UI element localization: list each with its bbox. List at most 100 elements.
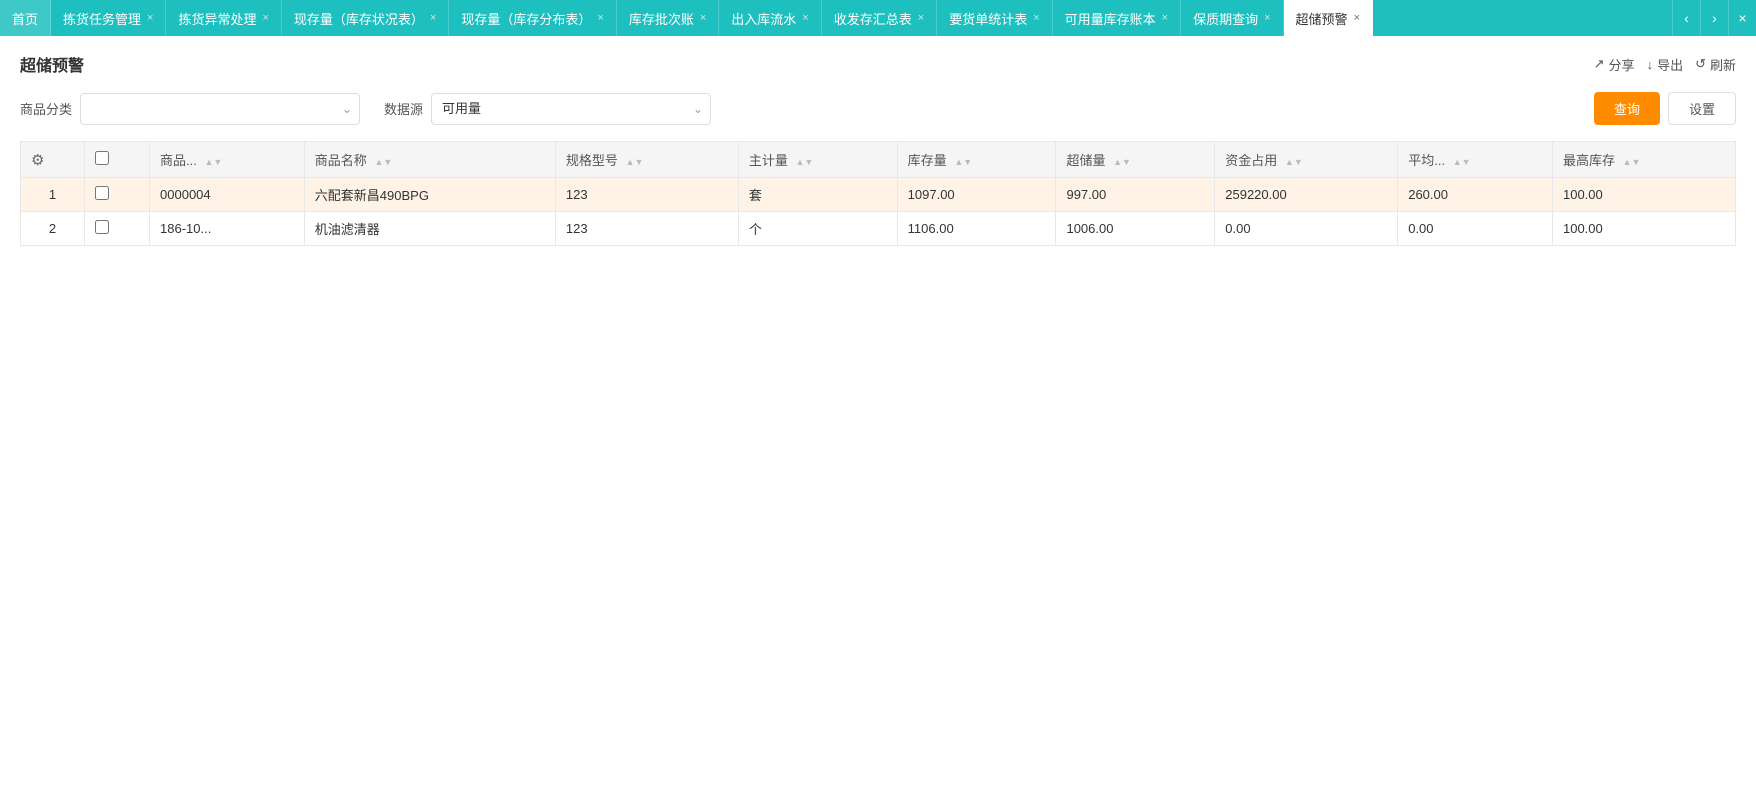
topbar-item-9[interactable]: 可用量库存账本 × bbox=[1053, 0, 1181, 36]
gear-icon[interactable]: ⚙ bbox=[31, 152, 44, 169]
th-over-stock-label: 超储量 bbox=[1066, 153, 1105, 168]
topbar-nav: ‹ › × bbox=[1672, 0, 1756, 36]
share-button[interactable]: ↗ 分享 bbox=[1594, 55, 1635, 74]
topbar-item-close-5[interactable]: × bbox=[700, 12, 706, 24]
topbar-item-close-10[interactable]: × bbox=[1264, 12, 1270, 24]
sort-icon-stock: ▲▼ bbox=[954, 157, 972, 167]
sort-icon-avg: ▲▼ bbox=[1453, 157, 1471, 167]
refresh-button[interactable]: ↺ 刷新 bbox=[1695, 55, 1736, 74]
th-product-name[interactable]: 商品名称 ▲▼ bbox=[304, 142, 555, 178]
data-table: ⚙ 商品... ▲▼ 商品名称 ▲▼ 规格型号 ▲▼ 主计 bbox=[20, 141, 1736, 246]
share-label: 分享 bbox=[1609, 55, 1635, 74]
topbar-item-6[interactable]: 出入库流水 × bbox=[719, 0, 821, 36]
topbar-item-close-4[interactable]: × bbox=[597, 12, 603, 24]
th-product-code[interactable]: 商品... ▲▼ bbox=[150, 142, 305, 178]
topbar-item-11[interactable]: 超储预警× bbox=[1284, 0, 1373, 36]
th-capital-label: 资金占用 bbox=[1225, 153, 1277, 168]
nav-close-button[interactable]: × bbox=[1728, 0, 1756, 36]
td-product-name: 六配套新昌490BPG bbox=[304, 178, 555, 212]
td-product-name: 机油滤清器 bbox=[304, 212, 555, 246]
topbar-item-4[interactable]: 现存量（库存分布表） × bbox=[449, 0, 616, 36]
refresh-icon: ↺ bbox=[1695, 56, 1706, 72]
topbar-item-5[interactable]: 库存批次账× bbox=[617, 0, 719, 36]
sort-icon-spec: ▲▼ bbox=[626, 157, 644, 167]
sort-icon-capital: ▲▼ bbox=[1285, 157, 1303, 167]
topbar-item-8[interactable]: 要货单统计表× bbox=[937, 0, 1052, 36]
th-product-code-label: 商品... bbox=[160, 153, 197, 168]
td-unit: 套 bbox=[738, 178, 897, 212]
topbar-item-label-3: 现存量（库存状况表） bbox=[294, 9, 424, 28]
topbar-item-close-11[interactable]: × bbox=[1354, 12, 1360, 24]
th-max-stock-label: 最高库存 bbox=[1563, 153, 1615, 168]
export-icon: ↓ bbox=[1647, 57, 1654, 72]
topbar-item-close-2[interactable]: × bbox=[262, 12, 268, 24]
th-avg[interactable]: 平均... ▲▼ bbox=[1398, 142, 1553, 178]
td-capital: 0.00 bbox=[1215, 212, 1398, 246]
topbar-item-label-10: 保质期查询 bbox=[1193, 9, 1258, 28]
th-over-stock[interactable]: 超储量 ▲▼ bbox=[1056, 142, 1215, 178]
export-button[interactable]: ↓ 导出 bbox=[1647, 55, 1684, 74]
table-row: 10000004六配套新昌490BPG123套1097.00997.002592… bbox=[21, 178, 1736, 212]
td-checkbox[interactable] bbox=[85, 178, 150, 212]
topbar-item-label-1: 拣货任务管理 bbox=[63, 9, 141, 28]
td-product-code: 186-10... bbox=[150, 212, 305, 246]
th-capital[interactable]: 资金占用 ▲▼ bbox=[1215, 142, 1398, 178]
td-avg: 260.00 bbox=[1398, 178, 1553, 212]
td-avg: 0.00 bbox=[1398, 212, 1553, 246]
page-title: 超储预警 bbox=[20, 52, 84, 76]
topbar-item-close-7[interactable]: × bbox=[918, 12, 924, 24]
table-row: 2186-10...机油滤清器123个1106.001006.000.000.0… bbox=[21, 212, 1736, 246]
topbar-item-close-3[interactable]: × bbox=[430, 12, 436, 24]
share-icon: ↗ bbox=[1594, 56, 1605, 72]
nav-next-button[interactable]: › bbox=[1700, 0, 1728, 36]
datasource-select[interactable]: 可用量 bbox=[431, 93, 711, 125]
th-max-stock[interactable]: 最高库存 ▲▼ bbox=[1552, 142, 1735, 178]
row-checkbox-1[interactable] bbox=[95, 220, 109, 234]
th-spec[interactable]: 规格型号 ▲▼ bbox=[555, 142, 738, 178]
th-gear: ⚙ bbox=[21, 142, 85, 178]
topbar-item-close-9[interactable]: × bbox=[1162, 12, 1168, 24]
table-body: 10000004六配套新昌490BPG123套1097.00997.002592… bbox=[21, 178, 1736, 246]
category-select[interactable] bbox=[80, 93, 360, 125]
header-actions: ↗ 分享 ↓ 导出 ↺ 刷新 bbox=[1594, 55, 1736, 74]
datasource-select-wrapper: 可用量 ⌄ bbox=[431, 93, 711, 125]
topbar-item-close-1[interactable]: × bbox=[147, 12, 153, 24]
th-spec-label: 规格型号 bbox=[566, 153, 618, 168]
topbar-item-label-4: 现存量（库存分布表） bbox=[461, 9, 591, 28]
category-filter-group: 商品分类 ⌄ bbox=[20, 93, 360, 125]
nav-prev-button[interactable]: ‹ bbox=[1672, 0, 1700, 36]
topbar-item-2[interactable]: 拣货异常处理× bbox=[166, 0, 281, 36]
th-stock[interactable]: 库存量 ▲▼ bbox=[897, 142, 1056, 178]
td-checkbox[interactable] bbox=[85, 212, 150, 246]
category-label: 商品分类 bbox=[20, 99, 72, 118]
td-max-stock: 100.00 bbox=[1552, 178, 1735, 212]
select-all-checkbox[interactable] bbox=[95, 151, 109, 165]
topbar-item-label-6: 出入库流水 bbox=[731, 9, 796, 28]
topbar-item-close-8[interactable]: × bbox=[1033, 12, 1039, 24]
td-unit: 个 bbox=[738, 212, 897, 246]
topbar: 首页拣货任务管理×拣货异常处理×现存量（库存状况表）×现存量（库存分布表）×库存… bbox=[0, 0, 1756, 36]
sort-icon-unit: ▲▼ bbox=[796, 157, 814, 167]
topbar-item-7[interactable]: 收发存汇总表× bbox=[822, 0, 937, 36]
query-button[interactable]: 查询 bbox=[1594, 92, 1660, 125]
td-over-stock: 997.00 bbox=[1056, 178, 1215, 212]
sort-icon-max-stock: ▲▼ bbox=[1623, 157, 1641, 167]
th-unit[interactable]: 主计量 ▲▼ bbox=[738, 142, 897, 178]
topbar-item-1[interactable]: 拣货任务管理 × bbox=[51, 0, 166, 36]
topbar-item-10[interactable]: 保质期查询 × bbox=[1181, 0, 1283, 36]
category-select-wrapper: ⌄ bbox=[80, 93, 360, 125]
export-label: 导出 bbox=[1657, 55, 1683, 74]
topbar-item-close-6[interactable]: × bbox=[802, 12, 808, 24]
refresh-label: 刷新 bbox=[1710, 55, 1736, 74]
topbar-item-0[interactable]: 首页 bbox=[0, 0, 51, 36]
th-unit-label: 主计量 bbox=[749, 153, 788, 168]
datasource-label: 数据源 bbox=[384, 99, 423, 118]
page-header: 超储预警 ↗ 分享 ↓ 导出 ↺ 刷新 bbox=[20, 52, 1736, 76]
th-avg-label: 平均... bbox=[1408, 153, 1445, 168]
row-checkbox-0[interactable] bbox=[95, 186, 109, 200]
topbar-item-3[interactable]: 现存量（库存状况表） × bbox=[282, 0, 449, 36]
topbar-item-label-9: 可用量库存账本 bbox=[1065, 9, 1156, 28]
td-row-num: 1 bbox=[21, 178, 85, 212]
settings-button[interactable]: 设置 bbox=[1668, 92, 1736, 125]
datasource-filter-group: 数据源 可用量 ⌄ bbox=[384, 93, 711, 125]
